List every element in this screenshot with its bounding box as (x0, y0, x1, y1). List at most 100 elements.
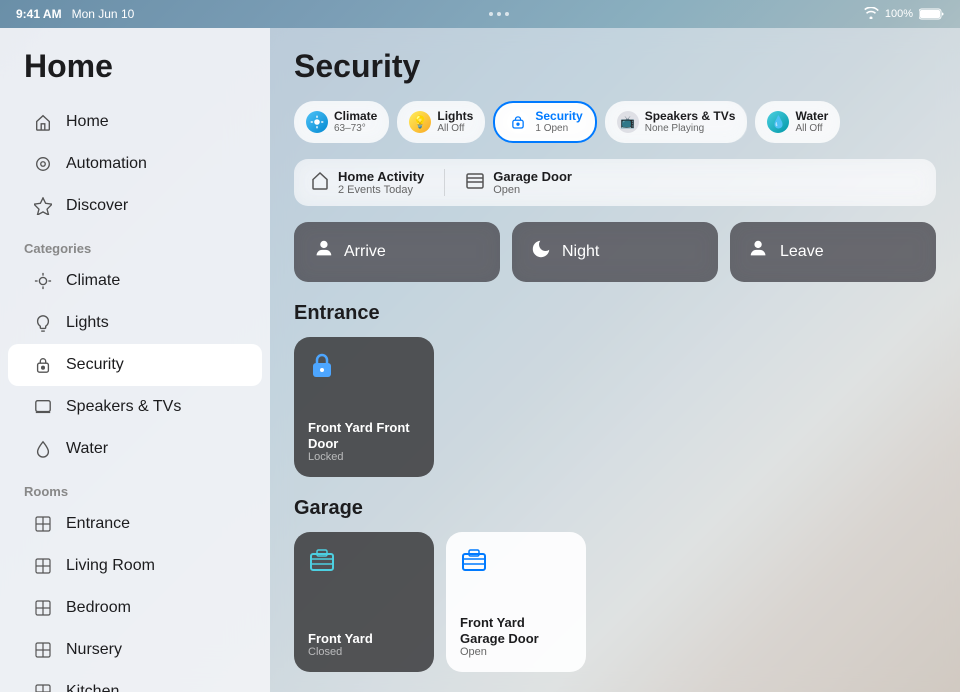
status-bar: 9:41 AM Mon Jun 10 100% (0, 0, 960, 28)
tab-security[interactable]: Security 1 Open (493, 101, 596, 143)
sidebar: Home Home Automation (0, 28, 270, 692)
sidebar-item-climate[interactable]: Climate (8, 260, 262, 302)
front-yard-name: Front Yard (308, 631, 420, 647)
kitchen-icon (32, 681, 54, 692)
sidebar-item-bedroom-label: Bedroom (66, 599, 131, 617)
tab-lights[interactable]: 💡 Lights All Off (397, 101, 485, 143)
sidebar-categories: Climate Lights (0, 260, 270, 470)
garage-door-activity-icon (465, 170, 485, 196)
bedroom-icon (32, 597, 54, 619)
sidebar-item-water[interactable]: Water (8, 428, 262, 470)
garage-closed-icon (308, 546, 420, 581)
automation-icon (32, 153, 54, 175)
app-container: Home Home Automation (0, 28, 960, 692)
sidebar-item-bedroom[interactable]: Bedroom (8, 587, 262, 629)
tab-security-icon (507, 111, 529, 133)
tab-speakers-icon: 📺 (617, 111, 639, 133)
front-yard-front-door-status: Locked (308, 451, 420, 463)
scene-arrive-button[interactable]: Arrive (294, 222, 500, 282)
sidebar-item-nursery-label: Nursery (66, 641, 122, 659)
sidebar-item-entrance[interactable]: Entrance (8, 503, 262, 545)
tab-water[interactable]: 💧 Water All Off (755, 101, 840, 143)
security-icon (32, 354, 54, 376)
scene-night-label: Night (562, 243, 599, 261)
tab-lights-icon: 💡 (409, 111, 431, 133)
sidebar-item-home[interactable]: Home (8, 101, 262, 143)
scene-leave-label: Leave (780, 243, 824, 261)
sidebar-item-entrance-label: Entrance (66, 515, 130, 533)
sidebar-item-discover[interactable]: Discover (8, 185, 262, 227)
status-date: Mon Jun 10 (72, 7, 135, 21)
sidebar-item-speakers[interactable]: Speakers & TVs (8, 386, 262, 428)
sidebar-item-kitchen-label: Kitchen (66, 683, 119, 692)
battery-level: 100% (885, 8, 913, 20)
entrance-section-title: Entrance (294, 302, 936, 325)
lights-icon (32, 312, 54, 334)
sidebar-top-nav: Home Automation Discover (0, 101, 270, 227)
tab-security-name: Security (535, 110, 582, 123)
sidebar-rooms: Entrance Living Room (0, 503, 270, 692)
home-activity-sub: 2 Events Today (338, 184, 424, 196)
sidebar-item-security[interactable]: Security (8, 344, 262, 386)
home-activity-icon (310, 170, 330, 196)
tab-speakers[interactable]: 📺 Speakers & TVs None Playing (605, 101, 748, 143)
sidebar-item-security-label: Security (66, 356, 124, 374)
front-yard-garage-door-card[interactable]: Front Yard Garage Door Open (446, 532, 586, 672)
climate-icon (32, 270, 54, 292)
front-yard-front-door-name: Front Yard Front Door (308, 420, 420, 451)
page-title: Security (294, 48, 936, 85)
discover-icon (32, 195, 54, 217)
tab-lights-sub: All Off (437, 123, 464, 134)
front-yard-status: Closed (308, 646, 420, 658)
tab-climate-name: Climate (334, 110, 377, 123)
home-activity-item[interactable]: Home Activity 2 Events Today (310, 169, 424, 196)
categories-header: Categories (0, 227, 270, 260)
scene-row: Arrive Night Leave (294, 222, 936, 282)
front-yard-card[interactable]: Front Yard Closed (294, 532, 434, 672)
water-icon (32, 438, 54, 460)
garage-section-title: Garage (294, 497, 936, 520)
front-yard-front-door-card[interactable]: Front Yard Front Door Locked (294, 337, 434, 477)
home-activity-title: Home Activity (338, 169, 424, 184)
activity-bar: Home Activity 2 Events Today Garage Door… (294, 159, 936, 206)
scene-night-button[interactable]: Night (512, 222, 718, 282)
rooms-header: Rooms (0, 470, 270, 503)
tab-speakers-sub: None Playing (645, 123, 704, 134)
locked-icon (308, 351, 420, 386)
garage-open-icon (460, 546, 572, 581)
front-yard-garage-door-status: Open (460, 646, 572, 658)
night-icon (530, 238, 552, 266)
status-right: 100% (863, 7, 944, 22)
home-icon (32, 111, 54, 133)
tab-water-name: Water (795, 110, 828, 123)
tab-climate-sub: 63–73° (334, 123, 366, 134)
sidebar-item-automation-label: Automation (66, 155, 147, 173)
tab-water-sub: All Off (795, 123, 822, 134)
sidebar-item-automation[interactable]: Automation (8, 143, 262, 185)
sidebar-item-nursery[interactable]: Nursery (8, 629, 262, 671)
nursery-icon (32, 639, 54, 661)
sidebar-item-speakers-label: Speakers & TVs (66, 398, 181, 416)
garage-door-activity-item[interactable]: Garage Door Open (465, 169, 572, 196)
sidebar-item-living-room[interactable]: Living Room (8, 545, 262, 587)
activity-divider (444, 169, 445, 196)
front-yard-garage-door-name: Front Yard Garage Door (460, 615, 572, 646)
sidebar-item-discover-label: Discover (66, 197, 128, 215)
tab-climate[interactable]: Climate 63–73° (294, 101, 389, 143)
scene-leave-button[interactable]: Leave (730, 222, 936, 282)
status-time: 9:41 AM (16, 7, 62, 21)
tab-water-icon: 💧 (767, 111, 789, 133)
sidebar-item-lights-label: Lights (66, 314, 109, 332)
sidebar-item-lights[interactable]: Lights (8, 302, 262, 344)
main-content: Security Climate 63–73° 💡 (270, 28, 960, 692)
speakers-icon (32, 396, 54, 418)
leave-icon (748, 238, 770, 266)
living-room-icon (32, 555, 54, 577)
sidebar-item-kitchen[interactable]: Kitchen (8, 671, 262, 692)
sidebar-item-climate-label: Climate (66, 272, 120, 290)
sidebar-item-home-label: Home (66, 113, 109, 131)
battery-icon (919, 8, 944, 20)
tab-security-sub: 1 Open (535, 123, 568, 134)
tab-speakers-name: Speakers & TVs (645, 110, 736, 123)
tab-bar: Climate 63–73° 💡 Lights All Off (294, 101, 936, 143)
